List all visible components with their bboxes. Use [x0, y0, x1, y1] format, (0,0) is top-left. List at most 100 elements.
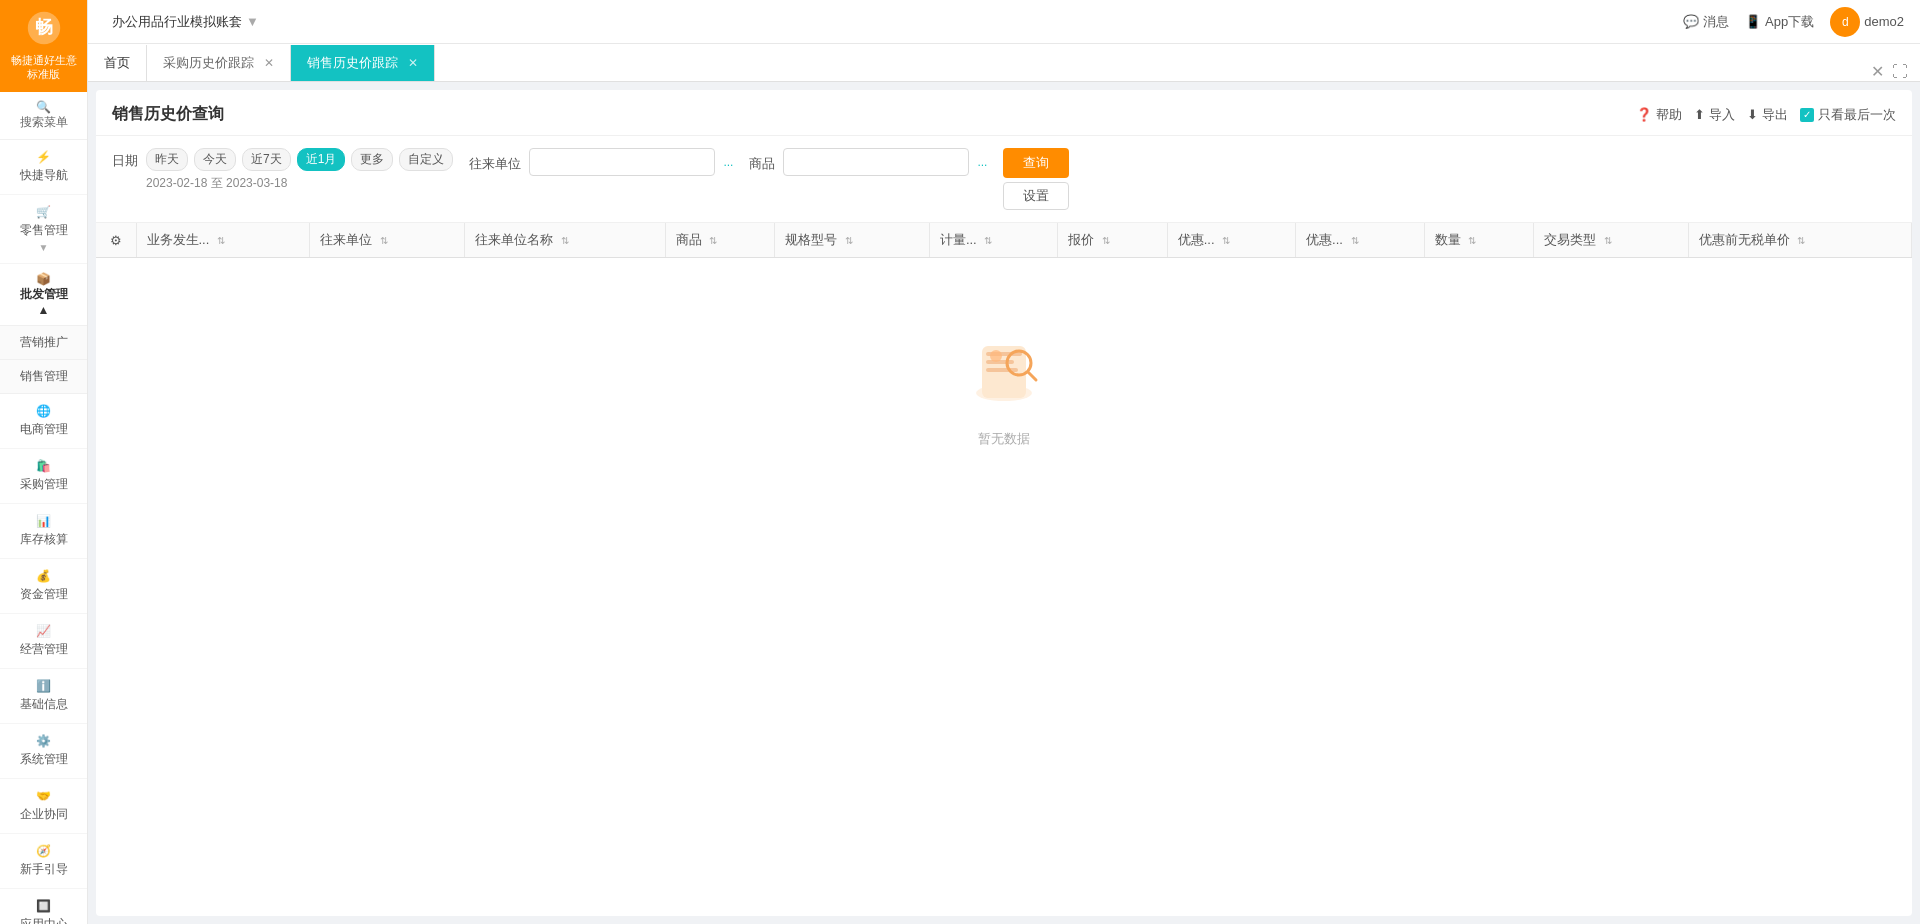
table-col-discount1[interactable]: 优惠... ⇅	[1167, 223, 1295, 258]
page-header: 销售历史价查询 ❓ 帮助 ⬆ 导入 ⬇ 导出 ✓	[96, 90, 1912, 136]
product-input[interactable]	[783, 148, 969, 176]
date-btn-last7[interactable]: 近7天	[242, 148, 291, 171]
sidebar-search[interactable]: 🔍 搜索菜单	[0, 92, 87, 140]
svg-rect-6	[986, 368, 1018, 372]
table-col-spec[interactable]: 规格型号 ⇅	[775, 223, 930, 258]
phone-icon: 📱	[1745, 14, 1761, 29]
settings-button[interactable]: 设置	[1003, 182, 1069, 210]
sidebar-item-inventory[interactable]: 📊 库存核算	[0, 504, 87, 559]
avatar-letter: d	[1842, 15, 1849, 29]
date-btn-more[interactable]: 更多	[351, 148, 393, 171]
sales-tab-close[interactable]: ✕	[408, 56, 418, 70]
sidebar-item-enterprise-collab[interactable]: 🤝 企业协同	[0, 779, 87, 834]
tab-minimize-button[interactable]: ✕	[1871, 62, 1884, 81]
partner-input[interactable]	[529, 148, 715, 176]
table-col-trade-type[interactable]: 交易类型 ⇅	[1533, 223, 1688, 258]
sidebar-item-new-guide[interactable]: 🧭 新手引导	[0, 834, 87, 889]
date-btn-last1m[interactable]: 近1月	[297, 148, 346, 171]
data-table: ⚙ 业务发生... ⇅ 往来单位 ⇅ 往来单位名称 ⇅	[96, 223, 1912, 258]
date-buttons: 昨天 今天 近7天 近1月 更多 自定义	[146, 148, 453, 171]
topbar-left: 办公用品行业模拟账套 ▼	[104, 9, 1671, 35]
sort-icon: ⇅	[1604, 235, 1612, 246]
sidebar-item-ecommerce[interactable]: 🌐 电商管理	[0, 394, 87, 449]
tab-purchase-history[interactable]: 采购历史价跟踪 ✕	[147, 45, 291, 81]
sort-icon: ⇅	[380, 235, 388, 246]
svg-rect-5	[986, 360, 1014, 364]
user-avatar[interactable]: d demo2	[1830, 7, 1904, 37]
wholesale-icon: 📦	[36, 272, 51, 286]
svg-text:畅: 畅	[35, 17, 53, 37]
import-button[interactable]: ⬆ 导入	[1694, 106, 1735, 124]
table-col-biz-date[interactable]: 业务发生... ⇅	[136, 223, 310, 258]
svg-line-8	[1028, 372, 1036, 380]
sidebar-item-sales-mgmt[interactable]: 销售管理	[0, 360, 87, 394]
tab-home[interactable]: 首页	[88, 45, 147, 81]
table-col-product[interactable]: 商品 ⇅	[665, 223, 774, 258]
empty-text: 暂无数据	[978, 430, 1030, 448]
message-button[interactable]: 💬 消息	[1683, 13, 1729, 31]
sidebar-item-basic-info[interactable]: ℹ️ 基础信息	[0, 669, 87, 724]
product-filter-group: 商品 ...	[749, 148, 987, 176]
sidebar-item-purchase[interactable]: 🛍️ 采购管理	[0, 449, 87, 504]
logo-icon: 畅	[26, 10, 62, 46]
home-tab-label: 首页	[104, 54, 130, 72]
filter-area: 日期 昨天 今天 近7天 近1月 更多 自定义 2023-02-18 至 202…	[96, 136, 1912, 223]
sidebar-item-app-center[interactable]: 🔲 应用中心	[0, 889, 87, 924]
table-col-no-tax-price[interactable]: 优惠前无税单价 ⇅	[1688, 223, 1911, 258]
purchase-tab-close[interactable]: ✕	[264, 56, 274, 70]
sort-icon: ⇅	[1102, 235, 1110, 246]
date-btn-custom[interactable]: 自定义	[399, 148, 453, 171]
table-col-partner-code[interactable]: 往来单位 ⇅	[310, 223, 465, 258]
empty-illustration	[954, 318, 1054, 418]
sidebar-item-retail-mgmt[interactable]: 🛒 零售管理 ▼	[0, 195, 87, 264]
date-filter-group: 日期 昨天 今天 近7天 近1月 更多 自定义 2023-02-18 至 202…	[112, 148, 453, 192]
sort-icon: ⇅	[1797, 235, 1805, 246]
svg-point-9	[990, 350, 1002, 362]
table-col-partner-name[interactable]: 往来单位名称 ⇅	[465, 223, 665, 258]
sidebar-item-system-mgmt[interactable]: ⚙️ 系统管理	[0, 724, 87, 779]
date-options: 昨天 今天 近7天 近1月 更多 自定义 2023-02-18 至 2023-0…	[146, 148, 453, 192]
date-btn-today[interactable]: 今天	[194, 148, 236, 171]
app-download-button[interactable]: 📱 App下载	[1745, 13, 1814, 31]
sort-icon: ⇅	[561, 235, 569, 246]
sidebar-item-wholesale-mgmt[interactable]: 📦 批发管理 ▲	[0, 264, 87, 326]
quick-nav-icon: ⚡	[36, 150, 51, 164]
company-name: 办公用品行业模拟账套	[112, 13, 242, 31]
help-button[interactable]: ❓ 帮助	[1636, 106, 1682, 124]
partner-dots[interactable]: ...	[723, 155, 733, 169]
export-button[interactable]: ⬇ 导出	[1747, 106, 1788, 124]
sort-icon: ⇅	[1222, 235, 1230, 246]
sidebar-item-finance[interactable]: 💰 资金管理	[0, 559, 87, 614]
query-button[interactable]: 查询	[1003, 148, 1069, 178]
table-col-price[interactable]: 报价 ⇅	[1058, 223, 1167, 258]
table-col-discount2[interactable]: 优惠... ⇅	[1296, 223, 1424, 258]
purchase-tab-label: 采购历史价跟踪	[163, 54, 254, 72]
table-header: ⚙ 业务发生... ⇅ 往来单位 ⇅ 往来单位名称 ⇅	[96, 223, 1912, 258]
table-col-unit[interactable]: 计量... ⇅	[929, 223, 1057, 258]
date-label: 日期	[112, 148, 138, 170]
sort-icon: ⇅	[1468, 235, 1476, 246]
sidebar-item-quick-nav[interactable]: ⚡ 快捷导航	[0, 140, 87, 195]
product-dots[interactable]: ...	[977, 155, 987, 169]
inventory-icon: 📊	[36, 514, 51, 528]
sidebar-logo[interactable]: 畅 畅捷通好生意 标准版	[0, 0, 87, 92]
message-icon: 💬	[1683, 14, 1699, 29]
sidebar-item-operation[interactable]: 📈 经营管理	[0, 614, 87, 669]
tab-maximize-button[interactable]: ⛶	[1892, 63, 1908, 81]
only-last-checkbox[interactable]: ✓	[1800, 108, 1814, 122]
tab-sales-history[interactable]: 销售历史价跟踪 ✕	[291, 45, 435, 81]
tab-actions: ✕ ⛶	[1859, 62, 1920, 81]
date-btn-yesterday[interactable]: 昨天	[146, 148, 188, 171]
ecommerce-icon: 🌐	[36, 404, 51, 418]
table-area: ⚙ 业务发生... ⇅ 往来单位 ⇅ 往来单位名称 ⇅	[96, 223, 1912, 916]
app-center-icon: 🔲	[36, 899, 51, 913]
company-select[interactable]: 办公用品行业模拟账套 ▼	[104, 9, 267, 35]
avatar: d	[1830, 7, 1860, 37]
only-last-checkbox-label[interactable]: ✓ 只看最后一次	[1800, 106, 1896, 124]
table-col-gear[interactable]: ⚙	[96, 223, 136, 258]
filter-actions: 查询 设置	[1003, 148, 1069, 210]
sidebar-item-marketing[interactable]: 营销推广	[0, 326, 87, 360]
table-col-quantity[interactable]: 数量 ⇅	[1424, 223, 1533, 258]
purchase-icon: 🛍️	[36, 459, 51, 473]
export-icon: ⬇	[1747, 107, 1758, 122]
